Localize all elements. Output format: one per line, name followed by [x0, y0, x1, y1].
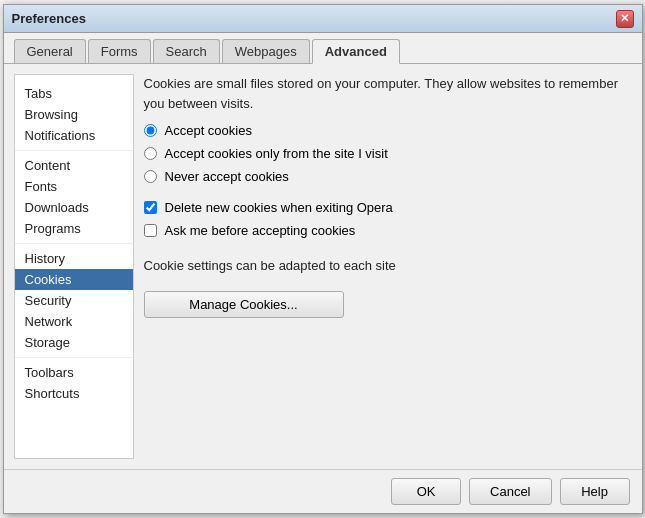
tabs-bar: GeneralFormsSearchWebpagesAdvanced: [4, 33, 642, 64]
left-item-programs[interactable]: Programs: [15, 218, 133, 239]
left-item-security[interactable]: Security: [15, 290, 133, 311]
manage-cookies-button[interactable]: Manage Cookies...: [144, 291, 344, 318]
bottom-bar: OK Cancel Help: [4, 469, 642, 513]
tab-advanced[interactable]: Advanced: [312, 39, 400, 64]
left-item-history[interactable]: History: [15, 248, 133, 269]
tab-general[interactable]: General: [14, 39, 86, 63]
left-item-browsing[interactable]: Browsing: [15, 104, 133, 125]
left-group: ToolbarsShortcuts: [15, 358, 133, 408]
description-text: Cookies are small files stored on your c…: [144, 74, 632, 113]
tab-webpages[interactable]: Webpages: [222, 39, 310, 63]
left-group: TabsBrowsingNotifications: [15, 79, 133, 151]
left-item-fonts[interactable]: Fonts: [15, 176, 133, 197]
left-item-notifications[interactable]: Notifications: [15, 125, 133, 146]
close-button[interactable]: ✕: [616, 10, 634, 28]
window-title: Preferences: [12, 11, 86, 26]
left-item-network[interactable]: Network: [15, 311, 133, 332]
radio-option-0[interactable]: Accept cookies: [144, 123, 632, 138]
radio-option-2[interactable]: Never accept cookies: [144, 169, 632, 184]
cancel-button[interactable]: Cancel: [469, 478, 551, 505]
title-bar: Preferences ✕: [4, 5, 642, 33]
left-group: HistoryCookiesSecurityNetworkStorage: [15, 244, 133, 358]
checkbox-group: Delete new cookies when exiting Opera Ask…: [144, 200, 632, 238]
left-item-tabs[interactable]: Tabs: [15, 83, 133, 104]
left-item-storage[interactable]: Storage: [15, 332, 133, 353]
left-item-downloads[interactable]: Downloads: [15, 197, 133, 218]
left-item-toolbars[interactable]: Toolbars: [15, 362, 133, 383]
left-item-cookies[interactable]: Cookies: [15, 269, 133, 290]
tab-search[interactable]: Search: [153, 39, 220, 63]
radio-option-1[interactable]: Accept cookies only from the site I visi…: [144, 146, 632, 161]
content-area: TabsBrowsingNotificationsContentFontsDow…: [4, 64, 642, 469]
right-panel: Cookies are small files stored on your c…: [144, 74, 632, 459]
ok-button[interactable]: OK: [391, 478, 461, 505]
left-item-content[interactable]: Content: [15, 155, 133, 176]
help-button[interactable]: Help: [560, 478, 630, 505]
left-panel: TabsBrowsingNotificationsContentFontsDow…: [14, 74, 134, 459]
checkbox-option-1[interactable]: Ask me before accepting cookies: [144, 223, 632, 238]
preferences-window: Preferences ✕ GeneralFormsSearchWebpages…: [3, 4, 643, 514]
left-item-shortcuts[interactable]: Shortcuts: [15, 383, 133, 404]
checkbox-option-0[interactable]: Delete new cookies when exiting Opera: [144, 200, 632, 215]
left-group: ContentFontsDownloadsPrograms: [15, 151, 133, 244]
radio-group: Accept cookies Accept cookies only from t…: [144, 123, 632, 184]
tab-forms[interactable]: Forms: [88, 39, 151, 63]
cookie-site-text: Cookie settings can be adapted to each s…: [144, 258, 632, 273]
